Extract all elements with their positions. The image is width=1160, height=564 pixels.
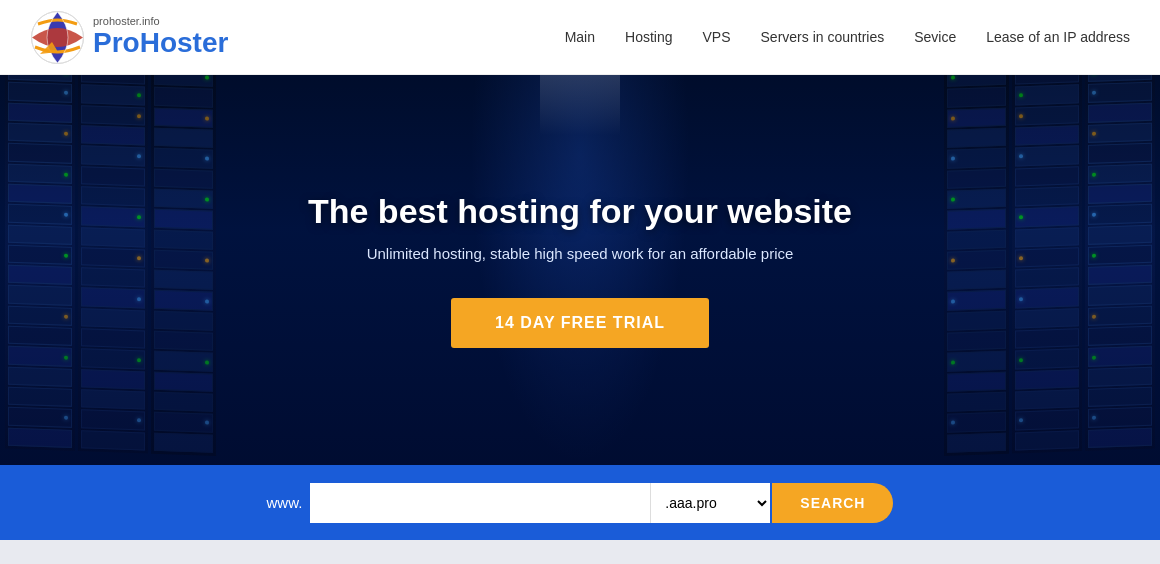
- logo-brand: ProHoster: [93, 28, 228, 59]
- main-nav: Main Hosting VPS Servers in countries Se…: [565, 29, 1130, 45]
- bottom-strip: [0, 540, 1160, 564]
- logo-globe-icon: [30, 10, 85, 65]
- nav-item-servers[interactable]: Servers in countries: [761, 29, 885, 45]
- hero-subtitle: Unlimited hosting, stable high speed wor…: [308, 245, 852, 262]
- nav-item-vps[interactable]: VPS: [703, 29, 731, 45]
- domain-input[interactable]: [310, 483, 650, 523]
- hero-title: The best hosting for your website: [308, 192, 852, 231]
- search-button[interactable]: SEARCH: [772, 483, 893, 523]
- nav-item-service[interactable]: Sevice: [914, 29, 956, 45]
- www-label: www.: [267, 494, 303, 511]
- hero-section: The best hosting for your website Unlimi…: [0, 75, 1160, 465]
- header: prohoster.info ProHoster Main Hosting VP…: [0, 0, 1160, 75]
- nav-item-hosting[interactable]: Hosting: [625, 29, 672, 45]
- hero-content: The best hosting for your website Unlimi…: [288, 172, 872, 368]
- nav-item-lease[interactable]: Lease of an IP address: [986, 29, 1130, 45]
- search-bar-section: www. .aaa.pro .com .net .org .info .biz …: [0, 465, 1160, 540]
- free-trial-button[interactable]: 14 DAY FREE TRIAL: [451, 298, 709, 348]
- nav-item-main[interactable]: Main: [565, 29, 595, 45]
- logo-text: prohoster.info ProHoster: [93, 15, 228, 59]
- logo-pro: Pro: [93, 27, 140, 58]
- logo[interactable]: prohoster.info ProHoster: [30, 10, 228, 65]
- tld-select[interactable]: .aaa.pro .com .net .org .info .biz: [650, 483, 770, 523]
- logo-hoster: Hoster: [140, 27, 229, 58]
